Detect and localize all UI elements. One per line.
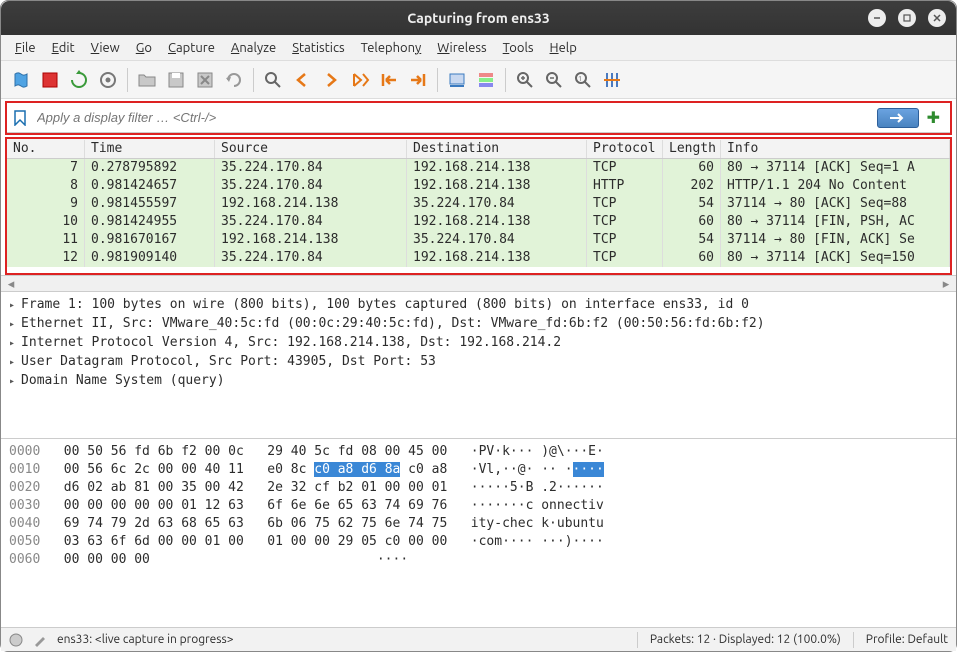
column-info[interactable]: Info	[721, 140, 950, 158]
svg-text:1: 1	[578, 75, 582, 83]
menu-file[interactable]: File	[9, 39, 42, 57]
horizontal-scrollbar[interactable]: ◂ ▸	[1, 275, 956, 291]
hex-row[interactable]: 0040 69 74 79 2d 63 68 65 63 6b 06 75 62…	[9, 515, 948, 533]
status-packets: Packets: 12 · Displayed: 12 (100.0%)	[650, 633, 841, 646]
save-file-icon[interactable]	[162, 66, 190, 94]
zoom-out-icon[interactable]	[540, 66, 568, 94]
apply-filter-button[interactable]	[877, 108, 919, 128]
titlebar: Capturing from ens33	[1, 1, 956, 35]
detail-line[interactable]: User Datagram Protocol, Src Port: 43905,…	[9, 353, 948, 372]
menu-tools[interactable]: Tools	[497, 39, 540, 57]
packet-details[interactable]: Frame 1: 100 bytes on wire (800 bits), 1…	[1, 291, 956, 439]
resize-columns-icon[interactable]	[598, 66, 626, 94]
packet-list[interactable]: No. Time Source Destination Protocol Len…	[7, 139, 950, 273]
toolbar: 1	[1, 61, 956, 99]
detail-line[interactable]: Frame 1: 100 bytes on wire (800 bits), 1…	[9, 296, 948, 315]
menu-view[interactable]: View	[85, 39, 126, 57]
menu-analyze[interactable]: Analyze	[225, 39, 282, 57]
status-capture: ens33: <live capture in progress>	[57, 633, 233, 646]
go-first-icon[interactable]	[375, 66, 403, 94]
close-file-icon[interactable]	[191, 66, 219, 94]
add-filter-button[interactable]: ✚	[923, 108, 944, 127]
detail-line[interactable]: Ethernet II, Src: VMware_40:5c:fd (00:0c…	[9, 315, 948, 334]
scroll-left-icon[interactable]: ◂	[3, 277, 19, 291]
table-row[interactable]: 70.27879589235.224.170.84192.168.214.138…	[7, 159, 950, 177]
menu-go[interactable]: Go	[130, 39, 158, 57]
bookmark-icon[interactable]	[13, 110, 29, 126]
go-to-packet-icon[interactable]	[346, 66, 374, 94]
menu-wireless[interactable]: Wireless	[431, 39, 492, 57]
display-filter-input[interactable]	[33, 107, 873, 129]
detail-line[interactable]: Internet Protocol Version 4, Src: 192.16…	[9, 334, 948, 353]
hex-row[interactable]: 0000 00 50 56 fd 6b f2 00 0c 29 40 5c fd…	[9, 443, 948, 461]
window-close-button[interactable]	[928, 9, 946, 27]
hex-row[interactable]: 0060 00 00 00 00 ····	[9, 551, 948, 569]
window-maximize-button[interactable]	[898, 9, 916, 27]
menu-edit[interactable]: Edit	[46, 39, 81, 57]
start-capture-icon[interactable]	[7, 66, 35, 94]
table-row[interactable]: 80.98142465735.224.170.84192.168.214.138…	[7, 177, 950, 195]
status-profile[interactable]: Profile: Default	[866, 633, 948, 646]
column-time[interactable]: Time	[85, 140, 215, 158]
colorize-icon[interactable]	[472, 66, 500, 94]
go-forward-icon[interactable]	[317, 66, 345, 94]
hex-row[interactable]: 0050 03 63 6f 6d 00 00 01 00 01 00 00 29…	[9, 533, 948, 551]
zoom-reset-icon[interactable]: 1	[569, 66, 597, 94]
menu-telephony[interactable]: Telephony	[355, 39, 428, 57]
column-source[interactable]: Source	[215, 140, 407, 158]
detail-line[interactable]: Domain Name System (query)	[9, 372, 948, 391]
packet-bytes[interactable]: 0000 00 50 56 fd 6b f2 00 0c 29 40 5c fd…	[1, 439, 956, 627]
go-back-icon[interactable]	[288, 66, 316, 94]
column-length[interactable]: Length	[663, 140, 721, 158]
packet-list-header: No. Time Source Destination Protocol Len…	[7, 139, 950, 159]
expert-info-icon[interactable]	[9, 633, 23, 647]
edit-preferences-icon[interactable]	[33, 633, 47, 647]
find-packet-icon[interactable]	[259, 66, 287, 94]
auto-scroll-icon[interactable]	[443, 66, 471, 94]
hex-row[interactable]: 0010 00 56 6c 2c 00 00 40 11 e0 8c c0 a8…	[9, 461, 948, 479]
restart-capture-icon[interactable]	[65, 66, 93, 94]
column-no[interactable]: No.	[7, 140, 85, 158]
reload-icon[interactable]	[220, 66, 248, 94]
column-destination[interactable]: Destination	[407, 140, 587, 158]
capture-options-icon[interactable]	[94, 66, 122, 94]
go-last-icon[interactable]	[404, 66, 432, 94]
table-row[interactable]: 110.981670167192.168.214.13835.224.170.8…	[7, 231, 950, 249]
open-file-icon[interactable]	[133, 66, 161, 94]
statusbar: ens33: <live capture in progress> Packet…	[1, 627, 956, 651]
menu-help[interactable]: Help	[544, 39, 583, 57]
window-minimize-button[interactable]	[868, 9, 886, 27]
filter-bar: ✚	[7, 103, 950, 133]
stop-capture-icon[interactable]	[36, 66, 64, 94]
scroll-right-icon[interactable]: ▸	[938, 277, 954, 291]
zoom-in-icon[interactable]	[511, 66, 539, 94]
table-row[interactable]: 100.98142495535.224.170.84192.168.214.13…	[7, 213, 950, 231]
menubar: File Edit View Go Capture Analyze Statis…	[1, 35, 956, 61]
hex-row[interactable]: 0020 d6 02 ab 81 00 35 00 42 2e 32 cf b2…	[9, 479, 948, 497]
table-row[interactable]: 90.981455597192.168.214.13835.224.170.84…	[7, 195, 950, 213]
table-row[interactable]: 120.98190914035.224.170.84192.168.214.13…	[7, 249, 950, 267]
menu-capture[interactable]: Capture	[162, 39, 221, 57]
hex-row[interactable]: 0030 00 00 00 00 00 01 12 63 6f 6e 6e 65…	[9, 497, 948, 515]
column-protocol[interactable]: Protocol	[587, 140, 663, 158]
window-title: Capturing from ens33	[407, 10, 550, 26]
menu-statistics[interactable]: Statistics	[286, 39, 350, 57]
